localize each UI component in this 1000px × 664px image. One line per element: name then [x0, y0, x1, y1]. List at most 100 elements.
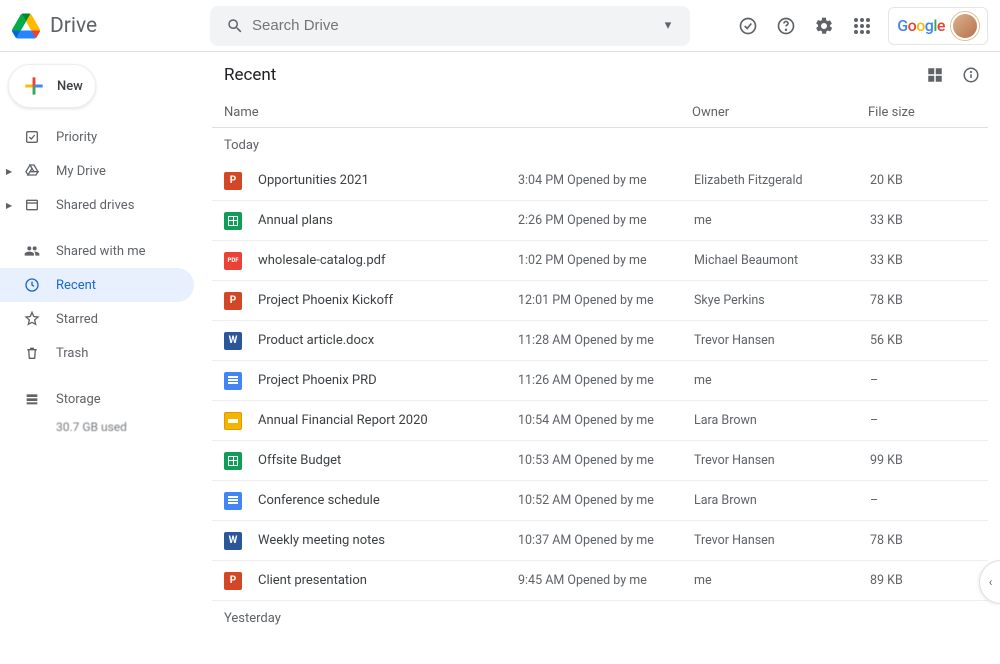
nav-shared-drives[interactable]: ▶ Shared drives [0, 188, 194, 222]
expand-icon[interactable]: ▶ [6, 167, 12, 176]
file-name: Offsite Budget [258, 453, 518, 468]
nav-my-drive[interactable]: ▶ My Drive [0, 154, 194, 188]
file-row[interactable]: Annual plans2:26 PM Opened by meme33 KB [212, 201, 988, 241]
file-size: – [870, 373, 976, 388]
nav-priority[interactable]: Priority [0, 120, 194, 154]
file-time: 12:01 PM Opened by me [518, 293, 694, 308]
nav-storage[interactable]: Storage [0, 382, 194, 416]
shared-drives-icon [24, 197, 46, 213]
file-size: 56 KB [870, 333, 976, 348]
file-row[interactable]: Opportunities 20213:04 PM Opened by meEl… [212, 161, 988, 201]
trash-icon [24, 345, 46, 361]
file-owner: Skye Perkins [694, 293, 870, 308]
nav-trash[interactable]: Trash [0, 336, 194, 370]
file-time: 3:04 PM Opened by me [518, 173, 694, 188]
file-name: Client presentation [258, 573, 518, 588]
search-input[interactable] [252, 17, 654, 34]
google-logo-text: Google [897, 16, 945, 35]
google-account[interactable]: Google [888, 7, 988, 45]
shared-with-me-icon [24, 243, 46, 259]
file-row[interactable]: Offsite Budget10:53 AM Opened by meTrevo… [212, 441, 988, 481]
avatar[interactable] [951, 12, 979, 40]
file-time: 11:28 AM Opened by me [518, 333, 694, 348]
file-owner: Michael Beaumont [694, 253, 870, 268]
file-list: TodayOpportunities 20213:04 PM Opened by… [212, 128, 988, 634]
file-name: Weekly meeting notes [258, 533, 518, 548]
file-name: wholesale-catalog.pdf [258, 253, 518, 268]
file-owner: me [694, 573, 870, 588]
nav-shared-with-me[interactable]: Shared with me [0, 234, 194, 268]
file-row[interactable]: Project Phoenix Kickoff12:01 PM Opened b… [212, 281, 988, 321]
file-owner: Trevor Hansen [694, 333, 870, 348]
file-type-icon [224, 572, 242, 590]
file-type-icon [224, 492, 242, 510]
file-row[interactable]: Product article.docx11:28 AM Opened by m… [212, 321, 988, 361]
file-owner: me [694, 213, 870, 228]
file-name: Project Phoenix Kickoff [258, 293, 518, 308]
file-size: 33 KB [870, 213, 976, 228]
search-options-icon[interactable]: ▾ [654, 18, 682, 33]
file-row[interactable]: wholesale-catalog.pdf1:02 PM Opened by m… [212, 241, 988, 281]
file-size: 20 KB [870, 173, 976, 188]
file-name: Opportunities 2021 [258, 173, 518, 188]
file-row[interactable]: Project Phoenix PRD11:26 AM Opened by me… [212, 361, 988, 401]
apps-icon[interactable] [850, 14, 874, 38]
file-row[interactable]: Conference schedule10:52 AM Opened by me… [212, 481, 988, 521]
search-icon [218, 17, 252, 35]
main-content: Recent Name Owner File size TodayOpportu… [212, 52, 988, 664]
plus-icon [21, 73, 47, 99]
file-size: 78 KB [870, 533, 976, 548]
col-name[interactable]: Name [224, 105, 516, 120]
col-owner[interactable]: Owner [692, 105, 868, 120]
file-time: 10:53 AM Opened by me [518, 453, 694, 468]
new-button-label: New [57, 79, 83, 94]
group-label: Yesterday [212, 601, 988, 634]
file-owner: Trevor Hansen [694, 453, 870, 468]
settings-icon[interactable] [812, 14, 836, 38]
file-type-icon [224, 532, 242, 550]
offline-status-icon[interactable] [736, 14, 760, 38]
nav-list: Priority ▶ My Drive ▶ Shared drives Shar… [0, 120, 204, 416]
expand-icon[interactable]: ▶ [6, 201, 12, 210]
file-type-icon [224, 332, 242, 350]
file-type-icon [224, 372, 242, 390]
file-row[interactable]: Client presentation9:45 AM Opened by mem… [212, 561, 988, 601]
nav-starred[interactable]: Starred [0, 302, 194, 336]
app-title: Drive [50, 14, 97, 38]
file-size: 89 KB [870, 573, 976, 588]
file-size: – [870, 413, 976, 428]
file-owner: Lara Brown [694, 413, 870, 428]
header: Drive ▾ Google [0, 0, 1000, 52]
file-time: 10:54 AM Opened by me [518, 413, 694, 428]
nav-recent[interactable]: Recent [0, 268, 194, 302]
file-time: 2:26 PM Opened by me [518, 213, 694, 228]
file-name: Conference schedule [258, 493, 518, 508]
file-size: 99 KB [870, 453, 976, 468]
grid-view-icon[interactable] [924, 64, 946, 86]
support-icon[interactable] [774, 14, 798, 38]
file-size: 33 KB [870, 253, 976, 268]
search-bar[interactable]: ▾ [210, 6, 690, 46]
logo[interactable]: Drive [12, 13, 210, 39]
file-size: – [870, 493, 976, 508]
sidebar: New Priority ▶ My Drive ▶ Shared drives … [0, 52, 204, 664]
file-type-icon [224, 412, 242, 430]
header-actions: Google [736, 7, 992, 45]
file-time: 9:45 AM Opened by me [518, 573, 694, 588]
file-row[interactable]: Annual Financial Report 202010:54 AM Ope… [212, 401, 988, 441]
file-row[interactable]: Weekly meeting notes10:37 AM Opened by m… [212, 521, 988, 561]
col-size[interactable]: File size [868, 105, 976, 120]
view-details-icon[interactable] [960, 64, 982, 86]
file-type-icon [224, 212, 242, 230]
storage-icon [24, 391, 46, 407]
recent-icon [24, 277, 46, 293]
file-time: 1:02 PM Opened by me [518, 253, 694, 268]
file-type-icon [224, 452, 242, 470]
page-title: Recent [212, 65, 276, 85]
new-button[interactable]: New [8, 64, 96, 108]
file-owner: Trevor Hansen [694, 533, 870, 548]
group-label: Today [212, 128, 988, 161]
file-owner: me [694, 373, 870, 388]
file-name: Annual plans [258, 213, 518, 228]
file-name: Project Phoenix PRD [258, 373, 518, 388]
